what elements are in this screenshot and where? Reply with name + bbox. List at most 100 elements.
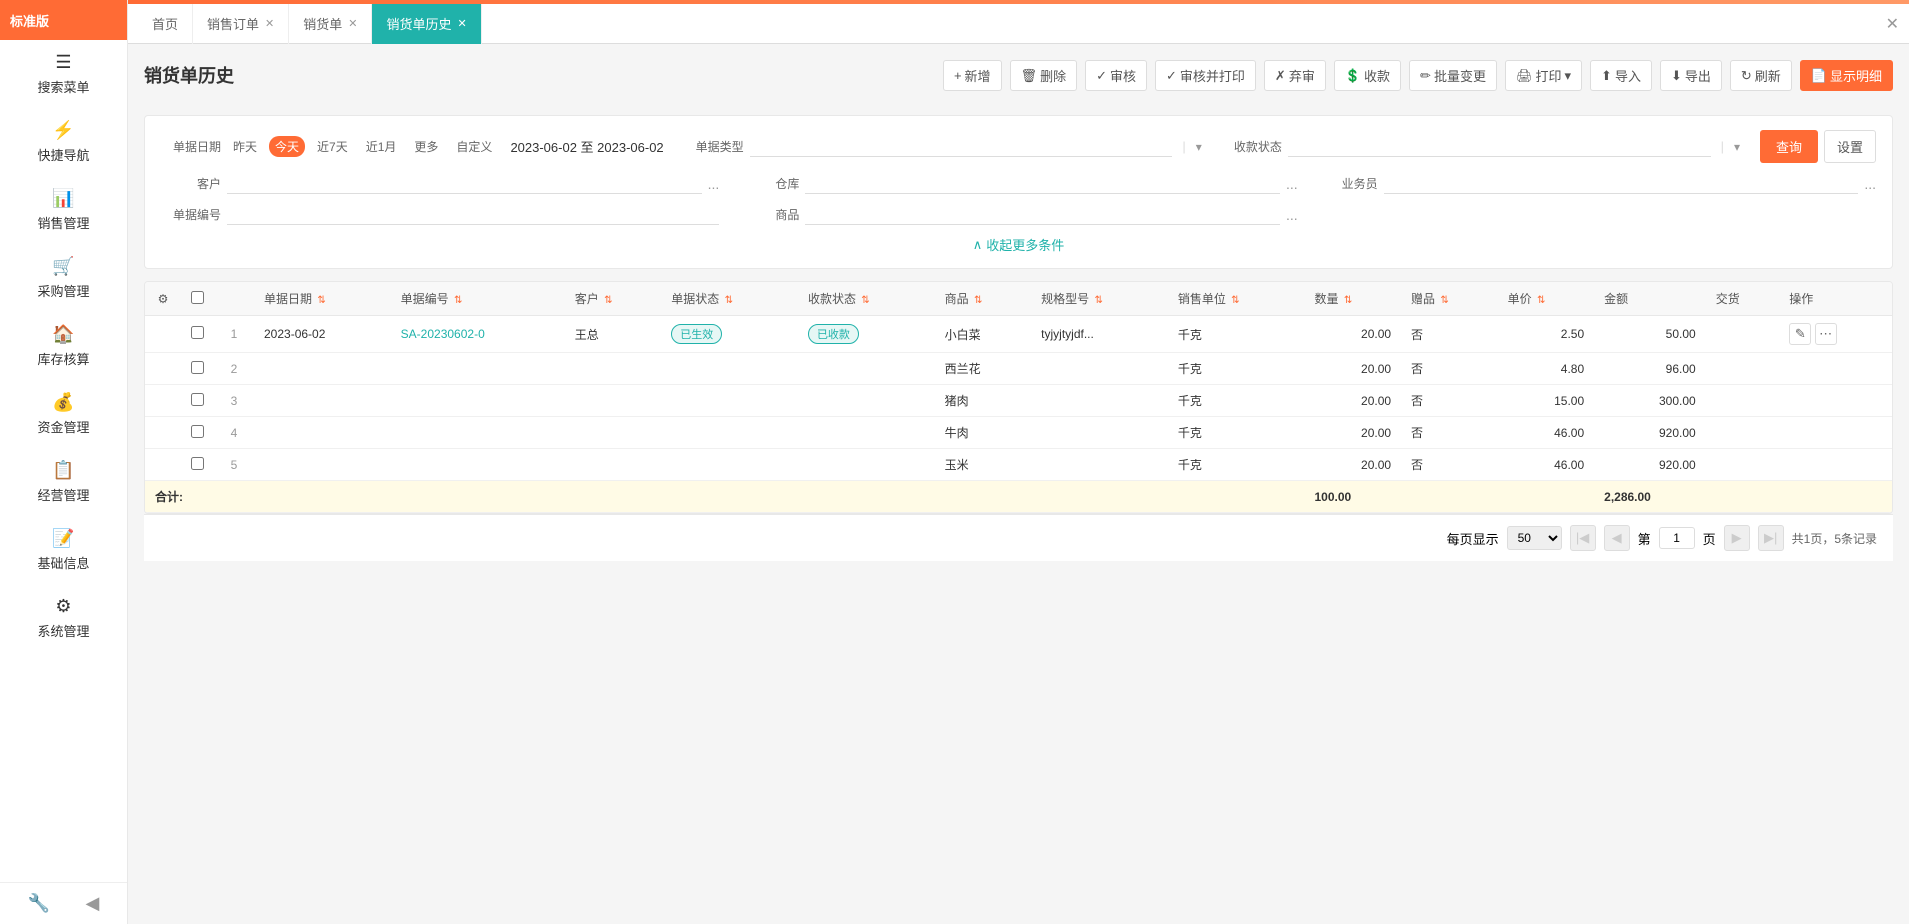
col-quantity[interactable]: 数量 ⇅ xyxy=(1305,282,1402,316)
add-button[interactable]: + 新增 xyxy=(943,60,1002,91)
delete-button[interactable]: 🗑 删除 xyxy=(1010,60,1078,91)
tab-home[interactable]: 首页 xyxy=(138,4,193,44)
collapse-arrow: ∧ xyxy=(973,237,983,253)
date-btn-custom[interactable]: 自定义 xyxy=(450,136,498,157)
payment-status-filter-item: 收款状态 | ▾ xyxy=(1222,136,1740,157)
row-doc-no[interactable] xyxy=(391,417,565,449)
doc-no-input[interactable] xyxy=(227,204,719,225)
sidebar-item-operations[interactable]: 📋 经营管理 xyxy=(0,448,127,516)
print-button[interactable]: 🖨 打印 ▾ xyxy=(1505,60,1582,91)
date-btn-1month[interactable]: 近1月 xyxy=(360,136,403,157)
customer-picker-btn[interactable]: ... xyxy=(708,176,720,192)
salesperson-picker-btn[interactable]: ... xyxy=(1864,176,1876,192)
refresh-button[interactable]: ↻ 刷新 xyxy=(1730,60,1792,91)
tab-sales-delivery-close[interactable]: ✕ xyxy=(348,17,357,30)
col-doc-no[interactable]: 单据编号 ⇅ xyxy=(391,282,565,316)
row-checkbox[interactable] xyxy=(181,449,214,481)
date-btn-today[interactable]: 今天 xyxy=(269,136,305,157)
date-btn-7days[interactable]: 近7天 xyxy=(311,136,354,157)
row-checkbox[interactable] xyxy=(181,353,214,385)
tab-sales-history[interactable]: 销货单历史 ✕ xyxy=(372,4,481,44)
prev-page-btn[interactable]: ◀ xyxy=(1604,525,1630,551)
col-doc-status[interactable]: 单据状态 ⇅ xyxy=(661,282,798,316)
row-payment-status: 已收款 xyxy=(798,316,935,353)
sidebar-item-sales-mgmt[interactable]: 📊 销售管理 xyxy=(0,176,127,244)
batch-change-button[interactable]: ✏ 批量变更 xyxy=(1409,60,1497,91)
row-checkbox[interactable] xyxy=(181,417,214,449)
review-button[interactable]: ✓ 审核 xyxy=(1085,60,1147,91)
row-doc-no[interactable] xyxy=(391,385,565,417)
col-checkbox[interactable] xyxy=(181,282,214,316)
review-icon: ✓ xyxy=(1096,68,1107,84)
col-unit-price[interactable]: 单价 ⇅ xyxy=(1498,282,1595,316)
col-amount: 金额 xyxy=(1594,282,1706,316)
doc-type-input[interactable] xyxy=(750,136,1173,157)
sidebar-settings-icon[interactable]: 🔧 xyxy=(28,893,50,914)
import-button[interactable]: ⬆ 导入 xyxy=(1590,60,1652,91)
tab-sales-delivery[interactable]: 销货单 ✕ xyxy=(289,4,372,44)
collect-button[interactable]: 💲 收款 xyxy=(1334,60,1401,91)
row-goods: 猪肉 xyxy=(935,385,1032,417)
tab-close-all[interactable]: ✕ xyxy=(1886,14,1899,34)
row-customer xyxy=(565,353,662,385)
row-goods: 牛肉 xyxy=(935,417,1032,449)
col-goods[interactable]: 商品 ⇅ xyxy=(935,282,1032,316)
sidebar-item-system-mgmt[interactable]: ⚙ 系统管理 xyxy=(0,584,127,652)
row-action: ✎ ⋯ xyxy=(1779,316,1892,353)
warehouse-input[interactable] xyxy=(805,173,1280,194)
row-doc-no[interactable] xyxy=(391,449,565,481)
review-print-button[interactable]: ✓ 审核并打印 xyxy=(1155,60,1256,91)
customer-input[interactable] xyxy=(227,173,702,194)
select-all-checkbox[interactable] xyxy=(191,291,204,304)
sidebar-item-basic-info[interactable]: 📝 基础信息 xyxy=(0,516,127,584)
sidebar-item-quick-nav[interactable]: ⚡ 快捷导航 xyxy=(0,108,127,176)
last-page-btn[interactable]: ▶| xyxy=(1758,525,1784,551)
row-doc-no[interactable]: SA-20230602-0 xyxy=(391,316,565,353)
col-doc-date[interactable]: 单据日期 ⇅ xyxy=(254,282,391,316)
table-row: 3 猪肉 千克 20.00 否 15.00 300.00 xyxy=(145,385,1892,417)
col-settings[interactable]: ⚙ xyxy=(145,282,181,316)
first-page-btn[interactable]: |◀ xyxy=(1570,525,1596,551)
abandon-button[interactable]: ✗ 弃审 xyxy=(1264,60,1326,91)
edit-btn[interactable]: ✎ xyxy=(1789,323,1811,345)
row-doc-no[interactable] xyxy=(391,353,565,385)
col-customer[interactable]: 客户 ⇅ xyxy=(565,282,662,316)
date-btn-yesterday[interactable]: 昨天 xyxy=(227,136,263,157)
export-button[interactable]: ⬇ 导出 xyxy=(1660,60,1722,91)
col-payment-status[interactable]: 收款状态 ⇅ xyxy=(798,282,935,316)
goods-picker-btn[interactable]: ... xyxy=(1286,207,1298,223)
col-unit[interactable]: 销售单位 ⇅ xyxy=(1168,282,1305,316)
warehouse-picker-btn[interactable]: ... xyxy=(1286,176,1298,192)
sidebar-item-purchase-mgmt[interactable]: 🛒 采购管理 xyxy=(0,244,127,312)
batch-change-label: 批量变更 xyxy=(1434,66,1486,85)
row-checkbox[interactable] xyxy=(181,385,214,417)
per-page-select[interactable]: 50 100 200 xyxy=(1507,526,1562,550)
row-transaction xyxy=(1706,417,1780,449)
page-number-input[interactable] xyxy=(1659,527,1695,549)
table-header-row: ⚙ 单据日期 ⇅ 单据编号 ⇅ 客户 ⇅ 单据状态 ⇅ 收款状态 ⇅ 商品 ⇅ … xyxy=(145,282,1892,316)
payment-status-input[interactable] xyxy=(1288,136,1711,157)
payment-status-dropdown[interactable]: ▾ xyxy=(1734,140,1740,154)
goods-input[interactable] xyxy=(805,204,1280,225)
date-btn-more[interactable]: 更多 xyxy=(408,136,444,157)
row-checkbox[interactable] xyxy=(181,316,214,353)
tab-sales-history-close[interactable]: ✕ xyxy=(458,17,467,30)
settings-button[interactable]: 设置 xyxy=(1824,130,1876,163)
collapse-filter-btn[interactable]: ∧ 收起更多条件 xyxy=(161,235,1876,254)
sidebar-collapse-icon[interactable]: ◀ xyxy=(85,893,99,914)
finance-icon: 💰 xyxy=(52,392,74,413)
col-spec[interactable]: 规格型号 ⇅ xyxy=(1031,282,1168,316)
doc-type-dropdown[interactable]: ▾ xyxy=(1196,140,1202,154)
query-button[interactable]: 查询 xyxy=(1760,130,1818,163)
sidebar-item-inventory[interactable]: 🏠 库存核算 xyxy=(0,312,127,380)
tab-sales-order[interactable]: 销售订单 ✕ xyxy=(193,4,289,44)
sidebar-item-search-menu[interactable]: ☰ 搜索菜单 xyxy=(0,40,127,108)
tab-sales-order-close[interactable]: ✕ xyxy=(265,17,274,30)
more-btn[interactable]: ⋯ xyxy=(1815,323,1837,345)
add-icon: + xyxy=(954,68,962,83)
salesperson-input[interactable] xyxy=(1384,173,1859,194)
sidebar-item-finance[interactable]: 💰 资金管理 xyxy=(0,380,127,448)
next-page-btn[interactable]: ▶ xyxy=(1724,525,1750,551)
col-gift[interactable]: 赠品 ⇅ xyxy=(1401,282,1498,316)
show-detail-button[interactable]: 📄 显示明细 xyxy=(1800,60,1893,91)
